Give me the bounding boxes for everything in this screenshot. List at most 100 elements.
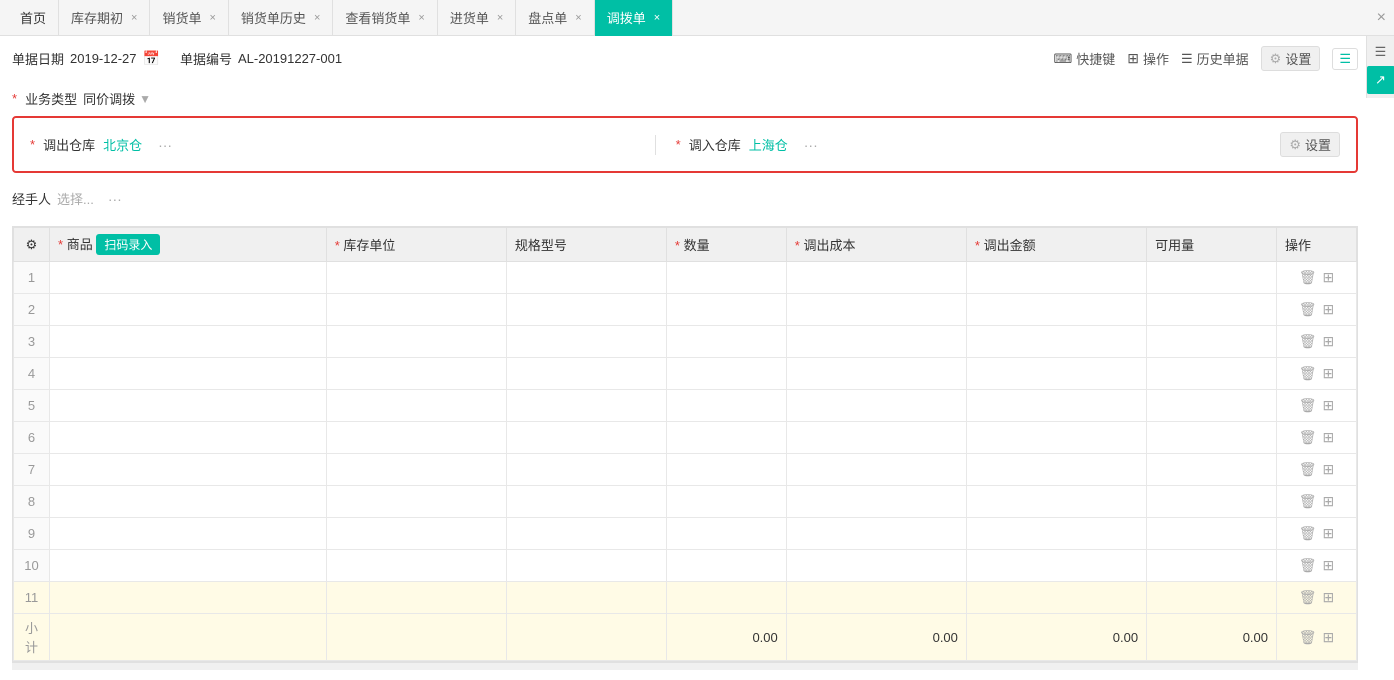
row-product[interactable]	[50, 518, 327, 550]
row-spec[interactable]	[506, 582, 666, 614]
row-delete-icon[interactable]: 🗑	[1299, 429, 1317, 446]
row-qty[interactable]	[666, 358, 786, 390]
row-copy-icon[interactable]: ⊞	[1323, 397, 1335, 414]
row-delete-icon[interactable]: 🗑	[1299, 525, 1317, 542]
row-product[interactable]	[50, 294, 327, 326]
row-product[interactable]	[50, 390, 327, 422]
row-spec[interactable]	[506, 358, 666, 390]
row-qty[interactable]	[666, 294, 786, 326]
row-product[interactable]	[50, 422, 327, 454]
history-button[interactable]: ☰ 历史单据	[1181, 49, 1249, 68]
row-unit[interactable]	[326, 550, 506, 582]
row-unit[interactable]	[326, 262, 506, 294]
row-cost[interactable]	[786, 518, 966, 550]
subtotal-delete-icon[interactable]: 🗑	[1299, 629, 1317, 646]
tab-transfer[interactable]: 调拨单 ×	[595, 0, 673, 36]
th-gear[interactable]: ⚙	[14, 228, 50, 262]
row-available[interactable]	[1147, 358, 1277, 390]
row-available[interactable]	[1147, 294, 1277, 326]
row-qty[interactable]	[666, 326, 786, 358]
row-cost[interactable]	[786, 550, 966, 582]
row-delete-icon[interactable]: 🗑	[1299, 301, 1317, 318]
close-all-tabs-button[interactable]: ×	[1377, 9, 1386, 27]
sidebar-export-icon-button[interactable]: ↗	[1367, 66, 1394, 94]
row-unit[interactable]	[326, 294, 506, 326]
horizontal-scrollbar[interactable]	[12, 662, 1358, 670]
row-available[interactable]	[1147, 454, 1277, 486]
row-available[interactable]	[1147, 422, 1277, 454]
operations-button[interactable]: ⊞ 操作	[1127, 49, 1169, 68]
handler-more-button[interactable]: ···	[108, 191, 122, 207]
row-cost[interactable]	[786, 486, 966, 518]
subtotal-copy-icon[interactable]: ⊞	[1323, 629, 1335, 646]
row-product[interactable]	[50, 582, 327, 614]
row-unit[interactable]	[326, 358, 506, 390]
row-cost[interactable]	[786, 294, 966, 326]
row-spec[interactable]	[506, 326, 666, 358]
row-cost[interactable]	[786, 262, 966, 294]
row-unit[interactable]	[326, 326, 506, 358]
row-delete-icon[interactable]: 🗑	[1299, 333, 1317, 350]
row-product[interactable]	[50, 550, 327, 582]
row-cost[interactable]	[786, 422, 966, 454]
row-product[interactable]	[50, 486, 327, 518]
row-delete-icon[interactable]: 🗑	[1299, 397, 1317, 414]
row-copy-icon[interactable]: ⊞	[1323, 589, 1335, 606]
row-qty[interactable]	[666, 454, 786, 486]
row-amount[interactable]	[966, 262, 1146, 294]
warehouse-in-more-button[interactable]: ···	[804, 137, 818, 153]
tab-sales-order[interactable]: 销货单 ×	[150, 0, 228, 36]
row-copy-icon[interactable]: ⊞	[1323, 429, 1335, 446]
row-product[interactable]	[50, 454, 327, 486]
row-amount[interactable]	[966, 390, 1146, 422]
row-unit[interactable]	[326, 454, 506, 486]
row-available[interactable]	[1147, 486, 1277, 518]
row-spec[interactable]	[506, 486, 666, 518]
row-available[interactable]	[1147, 390, 1277, 422]
row-spec[interactable]	[506, 518, 666, 550]
tab-close-transfer[interactable]: ×	[654, 12, 660, 24]
scan-input-button[interactable]: 扫码录入	[96, 234, 160, 255]
row-spec[interactable]	[506, 294, 666, 326]
date-value[interactable]: 2019-12-27	[70, 51, 137, 66]
row-delete-icon[interactable]: 🗑	[1299, 493, 1317, 510]
tab-close-purchase[interactable]: ×	[497, 12, 503, 24]
row-cost[interactable]	[786, 390, 966, 422]
row-copy-icon[interactable]: ⊞	[1323, 365, 1335, 382]
row-amount[interactable]	[966, 326, 1146, 358]
row-unit[interactable]	[326, 390, 506, 422]
tab-stocktake[interactable]: 盘点单 ×	[516, 0, 594, 36]
warehouse-settings-button[interactable]: ⚙ 设置	[1280, 132, 1340, 157]
row-cost[interactable]	[786, 358, 966, 390]
row-spec[interactable]	[506, 390, 666, 422]
tab-close-sales-order[interactable]: ×	[209, 12, 215, 24]
row-spec[interactable]	[506, 454, 666, 486]
row-spec[interactable]	[506, 422, 666, 454]
row-unit[interactable]	[326, 486, 506, 518]
shortcuts-button[interactable]: ⌨ 快捷键	[1053, 49, 1115, 68]
warehouse-out-more-button[interactable]: ···	[158, 137, 172, 153]
row-cost[interactable]	[786, 326, 966, 358]
row-unit[interactable]	[326, 582, 506, 614]
row-amount[interactable]	[966, 486, 1146, 518]
tab-close-stocktake[interactable]: ×	[575, 12, 581, 24]
tab-close-view-sales[interactable]: ×	[418, 12, 424, 24]
tab-sales-history[interactable]: 销货单历史 ×	[229, 0, 333, 36]
warehouse-out-value[interactable]: 北京仓	[103, 135, 142, 154]
row-cost[interactable]	[786, 454, 966, 486]
row-copy-icon[interactable]: ⊞	[1323, 269, 1335, 286]
row-copy-icon[interactable]: ⊞	[1323, 461, 1335, 478]
row-qty[interactable]	[666, 422, 786, 454]
row-spec[interactable]	[506, 262, 666, 294]
row-spec[interactable]	[506, 550, 666, 582]
row-qty[interactable]	[666, 582, 786, 614]
row-copy-icon[interactable]: ⊞	[1323, 333, 1335, 350]
row-amount[interactable]	[966, 422, 1146, 454]
row-delete-icon[interactable]: 🗑	[1299, 269, 1317, 286]
row-copy-icon[interactable]: ⊞	[1323, 493, 1335, 510]
row-amount[interactable]	[966, 454, 1146, 486]
row-qty[interactable]	[666, 486, 786, 518]
row-qty[interactable]	[666, 390, 786, 422]
row-cost[interactable]	[786, 582, 966, 614]
row-available[interactable]	[1147, 518, 1277, 550]
